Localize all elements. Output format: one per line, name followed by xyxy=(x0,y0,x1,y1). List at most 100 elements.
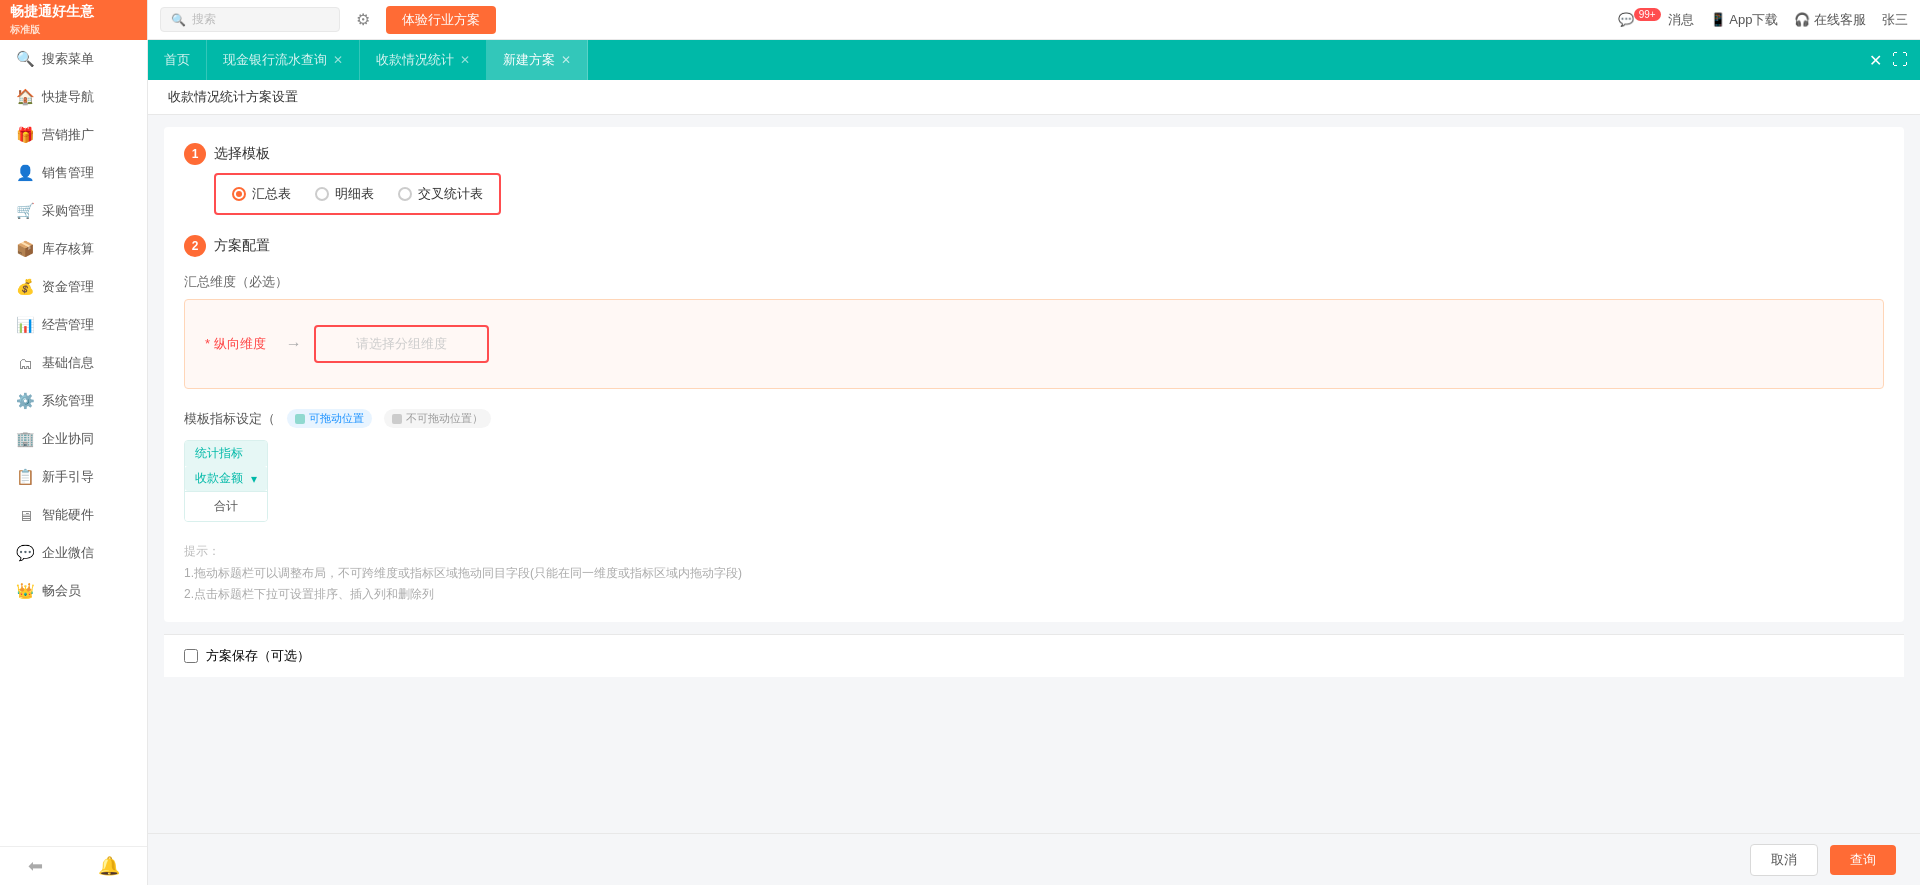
tabbar-expand-icon[interactable]: ⛶ xyxy=(1892,51,1908,69)
tips-section: 提示： 1.拖动标题栏可以调整布局，不可跨维度或指标区域拖动同目字段(只能在同一… xyxy=(184,541,1884,606)
message-icon[interactable]: 💬 99+ 消息 xyxy=(1618,11,1694,29)
sidebar-item-label: 搜索菜单 xyxy=(42,50,94,68)
indicator-section: 模板指标设定（ 可拖动位置 不可拖动位置） 统计指标 收款金额 ▾ xyxy=(184,409,1884,525)
sidebar-item-operations[interactable]: 📊 经营管理 xyxy=(0,306,147,344)
save-row: 方案保存（可选） xyxy=(164,634,1904,677)
dim-placeholder: 请选择分组维度 xyxy=(356,336,447,351)
tab-cashflow[interactable]: 现金银行流水查询 ✕ xyxy=(207,40,360,80)
box-icon: 📦 xyxy=(16,240,34,258)
dropdown-icon[interactable]: ▾ xyxy=(251,472,257,486)
radio-summary-label: 汇总表 xyxy=(252,185,291,203)
sidebar-bottom-icon2[interactable]: 🔔 xyxy=(98,855,120,877)
tips-title: 提示： xyxy=(184,544,220,558)
main-area: 🔍 搜索 ⚙ 体验行业方案 💬 99+ 消息 📱 App下载 🎧 在线客服 张三… xyxy=(148,0,1920,885)
radio-summary[interactable]: 汇总表 xyxy=(232,185,291,203)
sidebar-item-label: 企业微信 xyxy=(42,544,94,562)
download-link[interactable]: 📱 App下载 xyxy=(1710,11,1778,29)
stat-tag: 收款金额 ▾ xyxy=(185,466,267,491)
message-label: 消息 xyxy=(1668,12,1694,27)
sidebar-logo: 畅捷通好生意 标准版 xyxy=(0,0,147,40)
trial-button[interactable]: 体验行业方案 xyxy=(386,6,496,34)
step1-row: 1 选择模板 xyxy=(184,143,1884,165)
topbar-search-icon: 🔍 xyxy=(171,13,186,27)
sidebar-item-enterprise[interactable]: 🏢 企业协同 xyxy=(0,420,147,458)
footer-bar: 取消 查询 xyxy=(148,833,1920,885)
sidebar-item-finance[interactable]: 💰 资金管理 xyxy=(0,268,147,306)
tab-new-close[interactable]: ✕ xyxy=(561,53,571,67)
sidebar-item-marketing[interactable]: 🎁 营销推广 xyxy=(0,116,147,154)
radio-cross[interactable]: 交叉统计表 xyxy=(398,185,483,203)
main-section: 1 选择模板 汇总表 明细表 交叉统计表 2 xyxy=(164,127,1904,622)
user-info: 张三 xyxy=(1882,11,1908,29)
save-checkbox[interactable] xyxy=(184,649,198,663)
indicator-title-prefix: 模板指标设定（ xyxy=(184,410,275,428)
message-badge: 99+ xyxy=(1634,8,1661,21)
topbar-right: 💬 99+ 消息 📱 App下载 🎧 在线客服 张三 xyxy=(1618,11,1908,29)
sidebar-item-sales[interactable]: 👤 销售管理 xyxy=(0,154,147,192)
sidebar-item-inventory[interactable]: 📦 库存核算 xyxy=(0,230,147,268)
step2-row: 2 方案配置 xyxy=(184,235,1884,257)
sidebar-item-label: 系统管理 xyxy=(42,392,94,410)
service-link[interactable]: 🎧 在线客服 xyxy=(1794,11,1866,29)
money-icon: 💰 xyxy=(16,278,34,296)
sidebar-item-member[interactable]: 👑 畅会员 xyxy=(0,572,147,610)
sidebar-item-system[interactable]: ⚙️ 系统管理 xyxy=(0,382,147,420)
tab-cashflow-label: 现金银行流水查询 xyxy=(223,51,327,69)
sidebar-logo-name: 畅捷通好生意 xyxy=(10,3,94,21)
sidebar-item-search[interactable]: 🔍 搜索菜单 xyxy=(0,40,147,78)
tab-stats[interactable]: 收款情况统计 ✕ xyxy=(360,40,487,80)
gift-icon: 🎁 xyxy=(16,126,34,144)
topbar-search-placeholder: 搜索 xyxy=(192,11,216,28)
radio-detail-circle[interactable] xyxy=(315,187,329,201)
hardware-icon: 🖥 xyxy=(16,506,34,524)
sidebar-item-label: 企业协同 xyxy=(42,430,94,448)
config-section: 汇总维度（必选） * 纵向维度 → 请选择分组维度 xyxy=(184,273,1884,389)
crown-icon: 👑 xyxy=(16,582,34,600)
tab-stats-close[interactable]: ✕ xyxy=(460,53,470,67)
tab-cashflow-close[interactable]: ✕ xyxy=(333,53,343,67)
user-icon: 👤 xyxy=(16,164,34,182)
radio-detail[interactable]: 明细表 xyxy=(315,185,374,203)
topbar-search-box[interactable]: 🔍 搜索 xyxy=(160,7,340,32)
sidebar-bottom-icon1[interactable]: ⬅ xyxy=(28,855,43,877)
stat-sum-cell: 合计 xyxy=(185,491,267,521)
radio-detail-label: 明细表 xyxy=(335,185,374,203)
step2-num: 2 xyxy=(184,235,206,257)
home-icon: 🏠 xyxy=(16,88,34,106)
tips-line1: 1.拖动标题栏可以调整布局，不可跨维度或指标区域拖动同目字段(只能在同一维度或指… xyxy=(184,566,742,580)
query-button[interactable]: 查询 xyxy=(1830,845,1896,875)
sidebar-item-label: 资金管理 xyxy=(42,278,94,296)
sidebar-item-basic[interactable]: 🗂 基础信息 xyxy=(0,344,147,382)
template-box: 汇总表 明细表 交叉统计表 xyxy=(214,173,501,215)
sidebar-item-newbie[interactable]: 📋 新手引导 xyxy=(0,458,147,496)
sidebar-item-hardware[interactable]: 🖥 智能硬件 xyxy=(0,496,147,534)
tab-home-label: 首页 xyxy=(164,51,190,69)
sidebar-item-wechat[interactable]: 💬 企业微信 xyxy=(0,534,147,572)
tab-new[interactable]: 新建方案 ✕ xyxy=(487,40,588,80)
sidebar-item-quicknav[interactable]: 🏠 快捷导航 xyxy=(0,78,147,116)
sidebar-item-label: 智能硬件 xyxy=(42,506,94,524)
sidebar-item-label: 经营管理 xyxy=(42,316,94,334)
sidebar: 畅捷通好生意 标准版 🔍 搜索菜单 🏠 快捷导航 🎁 营销推广 👤 销售管理 🛒… xyxy=(0,0,148,885)
topbar-gear-icon[interactable]: ⚙ xyxy=(356,10,370,29)
movable-badge: 可拖动位置 xyxy=(287,409,372,428)
step2-label: 方案配置 xyxy=(214,237,270,255)
tabbar-close-icon[interactable]: ✕ xyxy=(1869,51,1882,70)
topbar: 🔍 搜索 ⚙ 体验行业方案 💬 99+ 消息 📱 App下载 🎧 在线客服 张三 xyxy=(148,0,1920,40)
sidebar-item-label: 新手引导 xyxy=(42,468,94,486)
radio-summary-circle[interactable] xyxy=(232,187,246,201)
cart-icon: 🛒 xyxy=(16,202,34,220)
folder-icon: 🗂 xyxy=(16,354,34,372)
page-title: 收款情况统计方案设置 xyxy=(168,89,298,104)
dim-select-box[interactable]: 请选择分组维度 xyxy=(314,325,489,363)
save-label: 方案保存（可选） xyxy=(206,647,310,665)
stat-table-header: 统计指标 xyxy=(185,441,267,466)
search-icon: 🔍 xyxy=(16,50,34,68)
dimension-area: * 纵向维度 → 请选择分组维度 xyxy=(184,299,1884,389)
tab-home[interactable]: 首页 xyxy=(148,40,207,80)
step1-num: 1 xyxy=(184,143,206,165)
radio-cross-label: 交叉统计表 xyxy=(418,185,483,203)
cancel-button[interactable]: 取消 xyxy=(1750,844,1818,876)
sidebar-item-purchase[interactable]: 🛒 采购管理 xyxy=(0,192,147,230)
radio-cross-circle[interactable] xyxy=(398,187,412,201)
